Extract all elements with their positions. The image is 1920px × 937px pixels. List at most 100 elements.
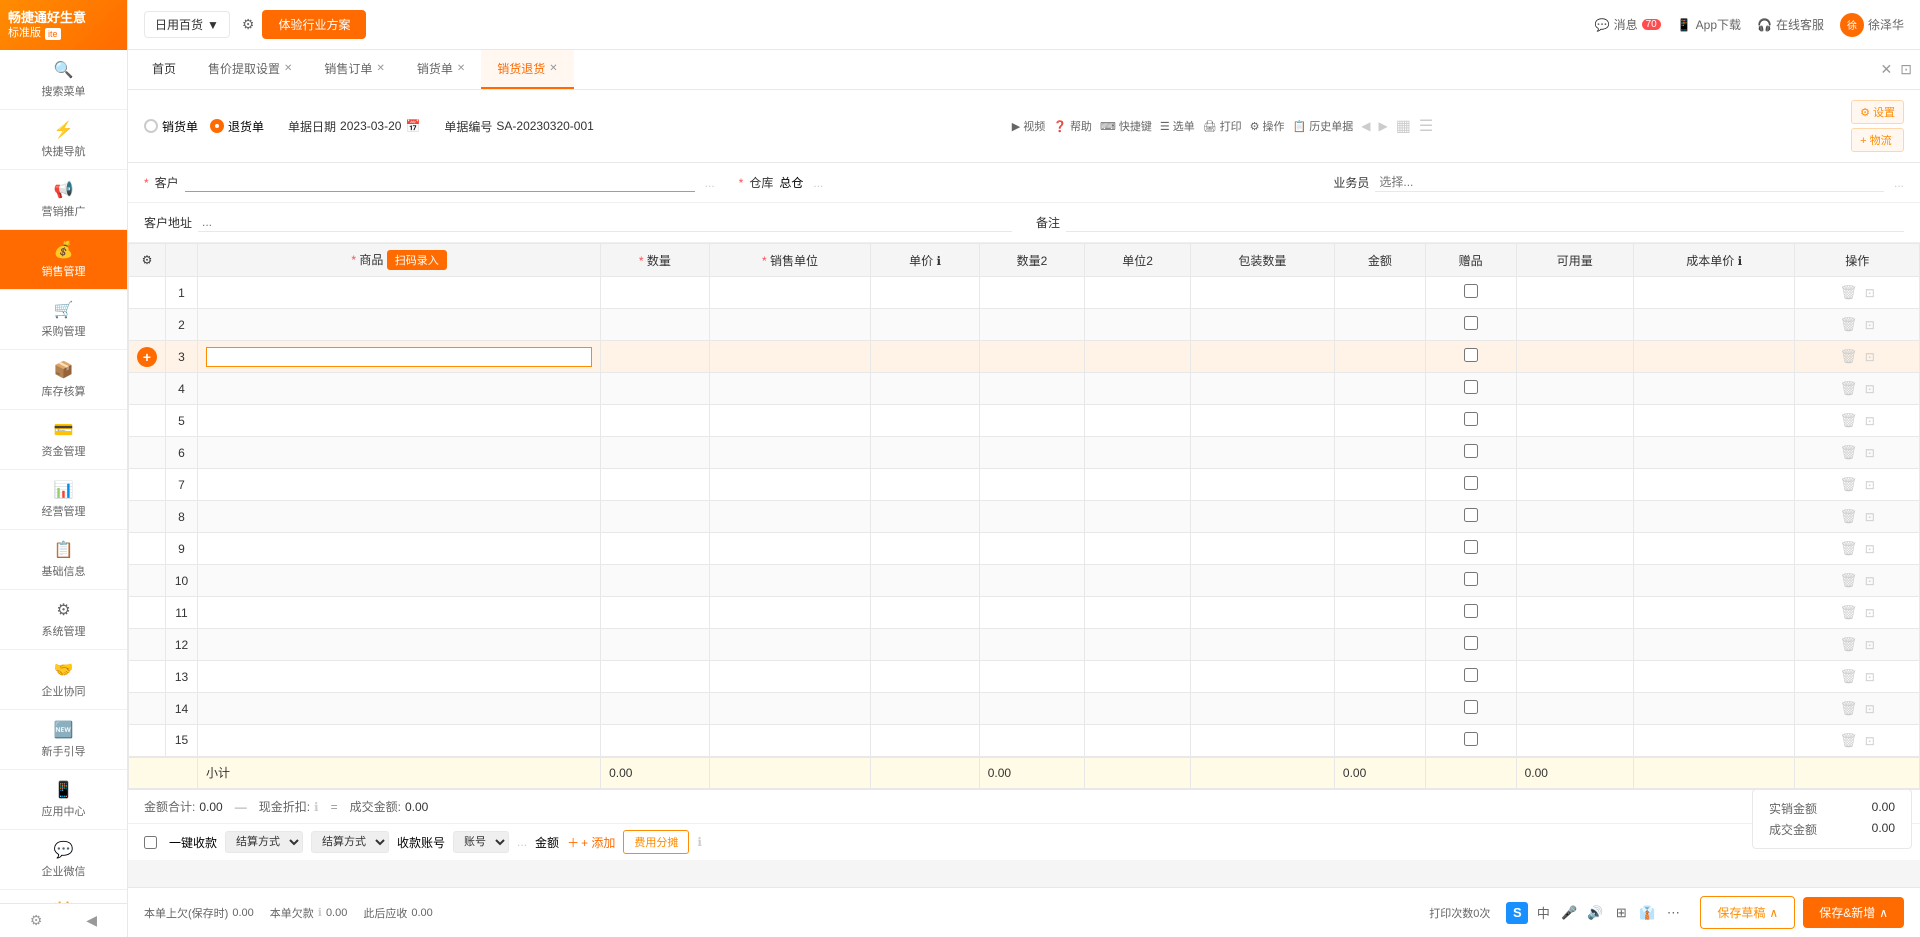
nav-prev-icon[interactable]: ◀ [1361, 119, 1370, 133]
row-amount-cell[interactable] [1334, 565, 1425, 597]
sidebar-item-inventory[interactable]: 📦 库存核算 [0, 350, 127, 410]
row-unit-price-cell[interactable] [871, 373, 979, 405]
gift-checkbox[interactable] [1464, 668, 1478, 682]
row-unit-price-cell[interactable] [871, 629, 979, 661]
row-unit2-cell[interactable] [1085, 597, 1191, 629]
row-qty2-cell[interactable] [979, 629, 1085, 661]
row-quantity-cell[interactable] [601, 693, 710, 725]
gift-checkbox[interactable] [1464, 412, 1478, 426]
settings-bottom-icon[interactable]: ⚙ [30, 912, 43, 929]
sidebar-item-finance[interactable]: 💳 资金管理 [0, 410, 127, 470]
row-gift-cell[interactable] [1425, 661, 1516, 693]
row-cost-price-cell[interactable] [1633, 501, 1794, 533]
gift-checkbox[interactable] [1464, 316, 1478, 330]
nav-next-icon[interactable]: ▶ [1378, 119, 1387, 133]
calendar-icon[interactable]: 📅 [405, 119, 420, 133]
row-quantity-cell[interactable] [601, 405, 710, 437]
row-amount-cell[interactable] [1334, 469, 1425, 501]
row-product-cell[interactable] [198, 661, 601, 693]
message-item[interactable]: 💬 消息 70 [1595, 16, 1661, 33]
row-copy-icon[interactable]: ⊡ [1865, 702, 1875, 716]
row-quantity-cell[interactable] [601, 661, 710, 693]
row-unit2-cell[interactable] [1085, 693, 1191, 725]
gift-checkbox[interactable] [1464, 444, 1478, 458]
row-amount-cell[interactable] [1334, 629, 1425, 661]
row-unit-price-cell[interactable] [871, 661, 979, 693]
th-gear[interactable]: ⚙ [129, 244, 166, 277]
gift-checkbox[interactable] [1464, 572, 1478, 586]
row-available-cell[interactable] [1516, 341, 1633, 373]
gift-checkbox[interactable] [1464, 476, 1478, 490]
row-unit-price-cell[interactable] [871, 597, 979, 629]
row-gift-cell[interactable] [1425, 469, 1516, 501]
gift-checkbox[interactable] [1464, 348, 1478, 362]
row-available-cell[interactable] [1516, 309, 1633, 341]
date-value[interactable]: 2023-03-20 [340, 119, 401, 133]
row-copy-icon[interactable]: ⊡ [1865, 414, 1875, 428]
row-quantity-cell[interactable] [601, 341, 710, 373]
row-package-qty-cell[interactable] [1190, 373, 1334, 405]
row-gift-cell[interactable] [1425, 309, 1516, 341]
row-sales-unit-cell[interactable] [709, 277, 871, 309]
row-amount-cell[interactable] [1334, 501, 1425, 533]
row-quantity-cell[interactable] [601, 277, 710, 309]
row-gift-cell[interactable] [1425, 693, 1516, 725]
tool-grid-icon[interactable]: ⊞ [1610, 902, 1632, 924]
row-available-cell[interactable] [1516, 469, 1633, 501]
row-available-cell[interactable] [1516, 501, 1633, 533]
row-unit-price-cell[interactable] [871, 565, 979, 597]
row-package-qty-cell[interactable] [1190, 277, 1334, 309]
account-select[interactable]: 账号 [453, 831, 509, 853]
row-amount-cell[interactable] [1334, 309, 1425, 341]
row-unit2-cell[interactable] [1085, 373, 1191, 405]
topbar-settings-icon[interactable]: ⚙ [242, 16, 255, 33]
row-package-qty-cell[interactable] [1190, 469, 1334, 501]
row-copy-icon[interactable]: ⊡ [1865, 382, 1875, 396]
row-copy-icon[interactable]: ⊡ [1865, 286, 1875, 300]
sidebar-item-wechat[interactable]: 💬 企业微信 [0, 830, 127, 890]
row-quantity-cell[interactable] [601, 725, 710, 757]
sidebar-item-member[interactable]: 👑 畅会员 [0, 890, 127, 903]
row-qty2-cell[interactable] [979, 725, 1085, 757]
row-copy-icon[interactable]: ⊡ [1865, 510, 1875, 524]
row-quantity-cell[interactable] [601, 501, 710, 533]
row-package-qty-cell[interactable] [1190, 437, 1334, 469]
gift-checkbox[interactable] [1464, 508, 1478, 522]
row-cost-price-cell[interactable] [1633, 469, 1794, 501]
sidebar-item-shortcut[interactable]: ⚡ 快捷导航 [0, 110, 127, 170]
gift-checkbox[interactable] [1464, 732, 1478, 746]
row-package-qty-cell[interactable] [1190, 725, 1334, 757]
row-available-cell[interactable] [1516, 277, 1633, 309]
sidebar-item-app-center[interactable]: 📱 应用中心 [0, 770, 127, 830]
one-click-checkbox[interactable] [144, 836, 157, 849]
row-sales-unit-cell[interactable] [709, 373, 871, 405]
row-available-cell[interactable] [1516, 725, 1633, 757]
row-delete-icon[interactable]: 🗑 [1840, 540, 1858, 556]
row-package-qty-cell[interactable] [1190, 405, 1334, 437]
row-qty2-cell[interactable] [979, 693, 1085, 725]
sidebar-item-sales[interactable]: 💰 销售管理 [0, 230, 127, 290]
row-available-cell[interactable] [1516, 629, 1633, 661]
tab-sales-order-close[interactable]: ✕ [376, 63, 384, 74]
list-view-icon[interactable]: ☰ [1419, 116, 1433, 136]
add-row-btn[interactable]: + [137, 347, 157, 367]
row-copy-icon[interactable]: ⊡ [1865, 350, 1875, 364]
row-delete-icon[interactable]: 🗑 [1840, 572, 1858, 588]
remarks-input[interactable] [1066, 213, 1904, 232]
tab-home[interactable]: 首页 [136, 50, 192, 89]
tab-sales-return[interactable]: 销货退货 ✕ [481, 50, 573, 89]
tab-maximize-icon[interactable]: ⊡ [1900, 61, 1912, 78]
row-unit-price-cell[interactable] [871, 309, 979, 341]
row-cost-price-cell[interactable] [1633, 725, 1794, 757]
row-product-cell[interactable] [198, 341, 601, 373]
row-qty2-cell[interactable] [979, 309, 1085, 341]
row-qty2-cell[interactable] [979, 597, 1085, 629]
row-available-cell[interactable] [1516, 437, 1633, 469]
settlement-select[interactable]: 结算方式 [225, 831, 303, 853]
row-sales-unit-cell[interactable] [709, 501, 871, 533]
row-product-cell[interactable] [198, 533, 601, 565]
row-copy-icon[interactable]: ⊡ [1865, 318, 1875, 332]
tool-s-icon[interactable]: S [1506, 902, 1528, 924]
row-unit-price-cell[interactable] [871, 277, 979, 309]
row-gift-cell[interactable] [1425, 565, 1516, 597]
